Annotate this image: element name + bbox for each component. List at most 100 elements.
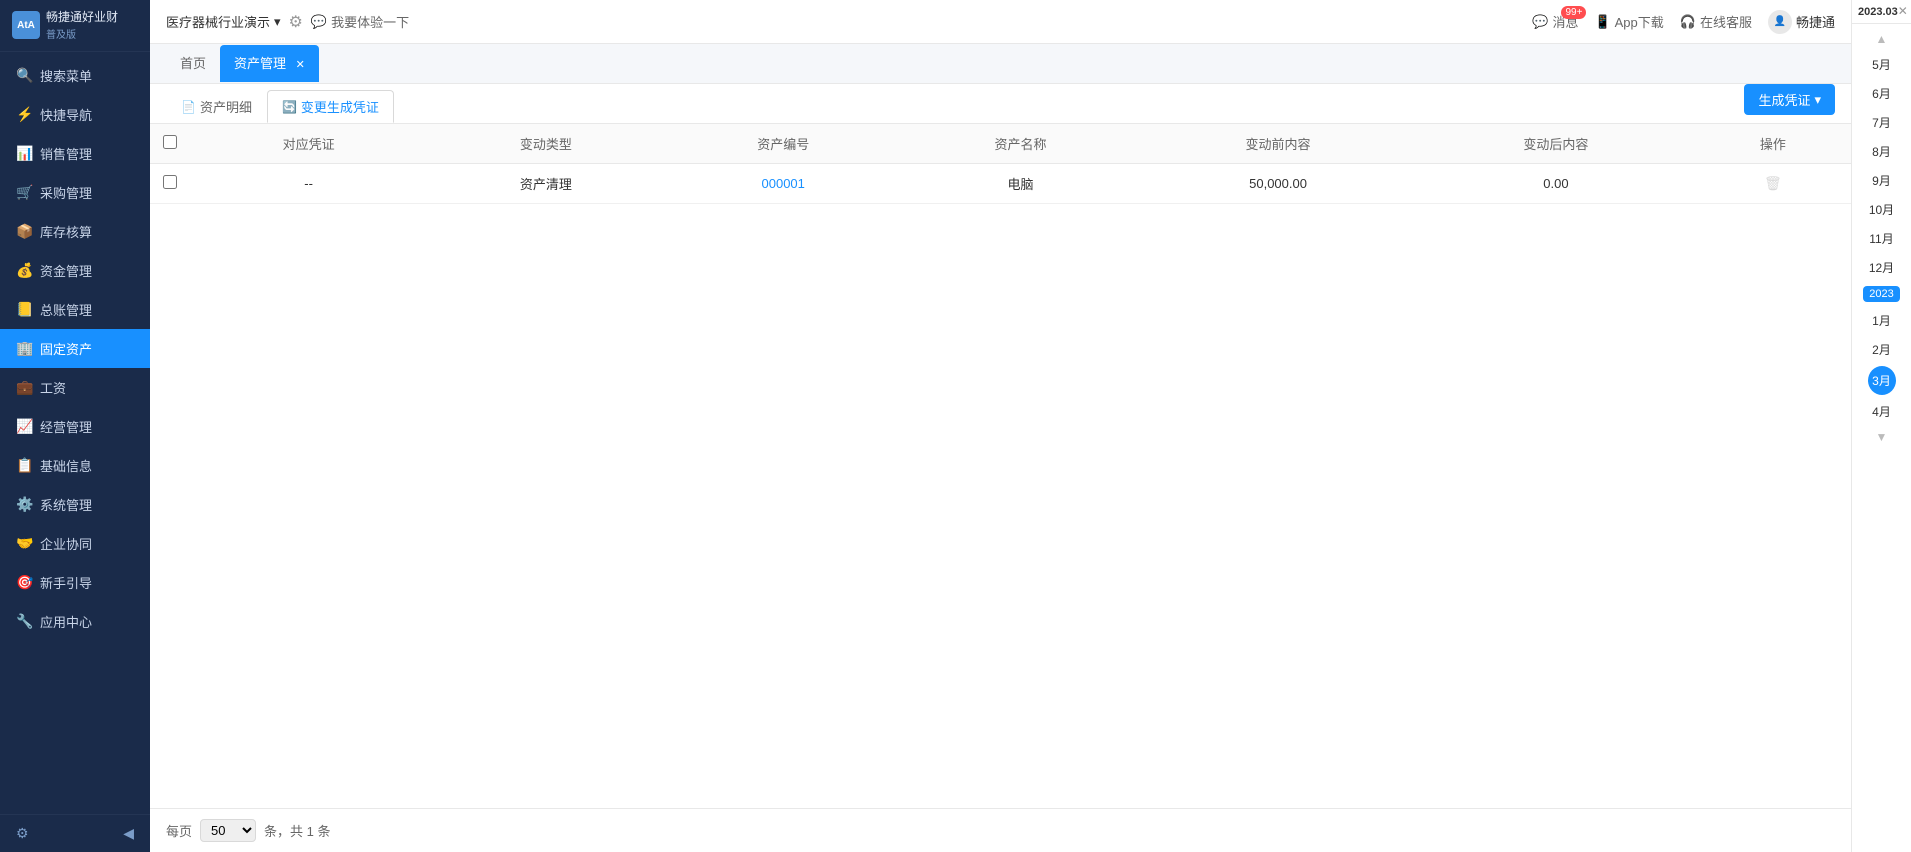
- sidebar-item-search[interactable]: 🔍 搜索菜单: [0, 56, 150, 95]
- inner-tab-change[interactable]: 🔄 变更生成凭证: [267, 90, 394, 123]
- cell-name: 电脑: [902, 164, 1139, 204]
- cell-code: 000001: [665, 164, 902, 204]
- message-button[interactable]: 💬 消息 99+: [1532, 12, 1578, 31]
- generate-voucher-button[interactable]: 生成凭证 ▾: [1744, 84, 1835, 115]
- month-4[interactable]: 4月: [1852, 397, 1911, 426]
- cell-action: 🗑: [1695, 164, 1851, 204]
- year-2023-label[interactable]: 2023: [1863, 286, 1899, 302]
- settings-icon[interactable]: ⚙: [16, 825, 29, 842]
- month-6[interactable]: 6月: [1852, 79, 1911, 108]
- enterprise-icon: 🤝: [16, 535, 32, 552]
- cell-voucher: --: [190, 164, 427, 204]
- sidebar-item-salary[interactable]: 💼 工资: [0, 368, 150, 407]
- tab-home[interactable]: 首页: [166, 45, 220, 82]
- sales-icon: 📊: [16, 145, 32, 162]
- service-label: 在线客服: [1700, 12, 1752, 31]
- sidebar-item-label: 基础信息: [40, 456, 92, 475]
- month-10[interactable]: 10月: [1852, 195, 1911, 224]
- company-selector[interactable]: 医疗器械行业演示 ▾: [166, 12, 281, 31]
- service-icon: 🎧: [1680, 14, 1696, 30]
- collapse-icon[interactable]: ◀: [123, 825, 134, 842]
- experience-button[interactable]: 💬 我要体验一下: [311, 12, 409, 31]
- page-size-label: 每页: [166, 821, 192, 840]
- sidebar-item-label: 库存核算: [40, 222, 92, 241]
- tab-close-icon[interactable]: ✕: [296, 59, 305, 71]
- month-12[interactable]: 12月: [1852, 253, 1911, 282]
- row-checkbox-0[interactable]: [163, 175, 177, 189]
- calendar-bottom: ▼: [1852, 426, 1911, 448]
- month-2[interactable]: 2月: [1852, 335, 1911, 364]
- sidebar-item-ledger[interactable]: 📒 总账管理: [0, 290, 150, 329]
- sidebar-footer: ⚙ ◀: [0, 814, 150, 852]
- app-label: App下载: [1615, 12, 1664, 31]
- app-download-button[interactable]: 📱 App下载: [1594, 12, 1663, 31]
- total-count-label: 条，共 1 条: [264, 821, 330, 840]
- salary-icon: 💼: [16, 379, 32, 396]
- sidebar-item-label: 工资: [40, 378, 66, 397]
- scroll-down-icon[interactable]: ▼: [1876, 430, 1888, 444]
- inner-tab-detail[interactable]: 📄 资产明细: [166, 90, 267, 123]
- month-1[interactable]: 1月: [1852, 306, 1911, 335]
- online-service-button[interactable]: 🎧 在线客服: [1680, 12, 1752, 31]
- delete-row-icon[interactable]: 🗑: [1764, 175, 1782, 191]
- scroll-up-icon[interactable]: ▲: [1876, 32, 1888, 46]
- app-icon: 📱: [1594, 14, 1610, 30]
- content-area: 📄 资产明细 🔄 变更生成凭证 生成凭证 ▾: [150, 84, 1851, 852]
- company-name: 医疗器械行业演示: [166, 12, 270, 31]
- topbar-right: 💬 消息 99+ 📱 App下载 🎧 在线客服 👤 畅捷通: [1532, 10, 1835, 34]
- sidebar-item-capital[interactable]: 💰 资金管理: [0, 251, 150, 290]
- sidebar-item-assets[interactable]: 🏢 固定资产: [0, 329, 150, 368]
- sidebar-item-inventory[interactable]: 📦 库存核算: [0, 212, 150, 251]
- cell-type: 资产清理: [427, 164, 664, 204]
- inner-tabs-row: 📄 资产明细 🔄 变更生成凭证 生成凭证 ▾: [150, 84, 1851, 124]
- topbar-left: 医疗器械行业演示 ▾ ⚙ 💬 我要体验一下: [166, 12, 409, 32]
- basic-icon: 📋: [16, 457, 32, 474]
- tabs-bar: 首页 资产管理 ✕: [150, 44, 1851, 84]
- table-row: -- 资产清理 000001 电脑 50,000.00 0.00 🗑: [150, 164, 1851, 204]
- topbar: 医疗器械行业演示 ▾ ⚙ 💬 我要体验一下 💬 消息 99+ 📱 App下载 🎧…: [150, 0, 1851, 44]
- month-11[interactable]: 11月: [1852, 224, 1911, 253]
- sidebar-nav: 🔍 搜索菜单 ⚡ 快捷导航 📊 销售管理 🛒 采购管理 📦 库存核算 💰 资金管…: [0, 52, 150, 814]
- col-checkbox: [150, 124, 190, 164]
- close-panel-icon[interactable]: ✕: [1898, 4, 1908, 19]
- tab-assets[interactable]: 资产管理 ✕: [220, 45, 319, 82]
- inner-tab-detail-label: 资产明细: [200, 97, 252, 116]
- sidebar-item-sales[interactable]: 📊 销售管理: [0, 134, 150, 173]
- sidebar-item-enterprise[interactable]: 🤝 企业协同: [0, 524, 150, 563]
- month-7[interactable]: 7月: [1852, 108, 1911, 137]
- experience-icon: 💬: [311, 14, 327, 30]
- sidebar-item-label: 销售管理: [40, 144, 92, 163]
- sidebar-item-label: 新手引导: [40, 573, 92, 592]
- sidebar-item-quicknav[interactable]: ⚡ 快捷导航: [0, 95, 150, 134]
- select-all-checkbox[interactable]: [163, 135, 177, 149]
- sidebar-item-appstore[interactable]: 🔧 应用中心: [0, 602, 150, 641]
- app-logo-icon: AtA: [12, 11, 40, 39]
- operations-icon: 📈: [16, 418, 32, 435]
- year-2023-row: 2023: [1852, 282, 1911, 306]
- cell-checkbox: [150, 164, 190, 204]
- sidebar-item-purchase[interactable]: 🛒 采购管理: [0, 173, 150, 212]
- tab-home-label: 首页: [180, 56, 206, 71]
- right-panel-header: 2023.03 ✕ ⤢: [1852, 0, 1911, 24]
- topbar-settings-icon[interactable]: ⚙: [289, 12, 303, 32]
- inner-tabs-left: 📄 资产明细 🔄 变更生成凭证: [166, 90, 1744, 123]
- month-3-active[interactable]: 3月: [1868, 366, 1896, 395]
- col-type: 变动类型: [427, 124, 664, 164]
- inner-tab-change-label: 变更生成凭证: [301, 97, 379, 116]
- sidebar-item-label: 应用中心: [40, 612, 92, 631]
- month-8[interactable]: 8月: [1852, 137, 1911, 166]
- page-size-select[interactable]: 10 20 50 100: [200, 819, 256, 842]
- month-9[interactable]: 9月: [1852, 166, 1911, 195]
- col-name: 资产名称: [902, 124, 1139, 164]
- sidebar-item-label: 搜索菜单: [40, 66, 92, 85]
- app-name: 畅捷通好业财: [46, 10, 118, 26]
- assets-table: 对应凭证 变动类型 资产编号 资产名称 变动前内容: [150, 124, 1851, 204]
- sidebar-item-system[interactable]: ⚙️ 系统管理: [0, 485, 150, 524]
- sidebar-item-basic[interactable]: 📋 基础信息: [0, 446, 150, 485]
- sidebar-item-guide[interactable]: 🎯 新手引导: [0, 563, 150, 602]
- month-5[interactable]: 5月: [1852, 50, 1911, 79]
- user-menu[interactable]: 👤 畅捷通: [1768, 10, 1835, 34]
- cell-before: 50,000.00: [1139, 164, 1417, 204]
- sidebar-item-operations[interactable]: 📈 经营管理: [0, 407, 150, 446]
- sidebar-item-label: 采购管理: [40, 183, 92, 202]
